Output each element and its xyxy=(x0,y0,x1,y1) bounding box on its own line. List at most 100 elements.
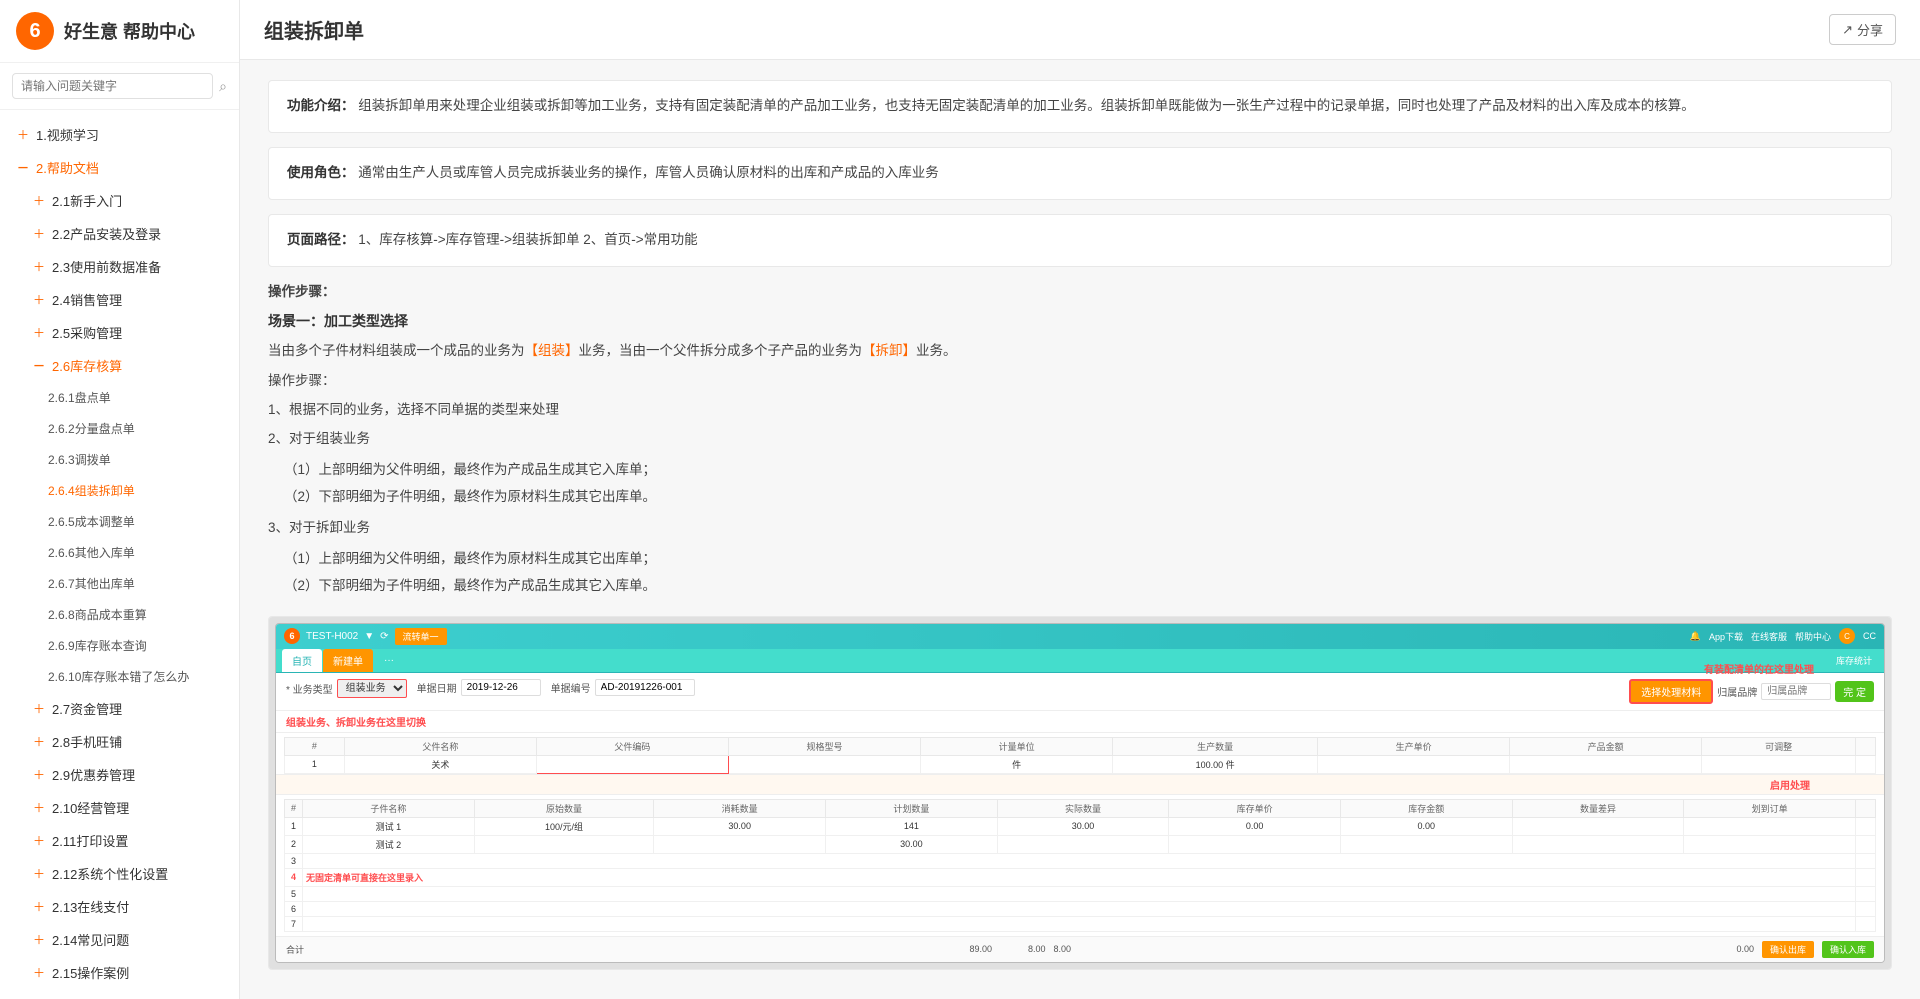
sidebar-item-label: 2.6.7其他出库单 xyxy=(48,575,223,592)
cell-price xyxy=(1318,755,1510,773)
upper-table: # 父件名称 父件编码 规格型号 计量单位 生产数量 生产单价 产品金额 可调整 xyxy=(284,737,1876,774)
num-input[interactable] xyxy=(595,679,695,696)
main-content: 功能介绍： 组装拆卸单用来处理企业组装或拆卸等加工业务，支持有固定装配清单的产品… xyxy=(240,60,1920,999)
cell2-act xyxy=(1856,835,1876,853)
plus-icon: ＋ xyxy=(32,834,46,848)
col-amount: 产品金额 xyxy=(1510,737,1702,755)
plus-icon: ＋ xyxy=(32,933,46,947)
lower-table-row: 6 xyxy=(285,901,1876,916)
annotation-text-2: 组装业务、拆卸业务在这里切换 xyxy=(286,714,426,729)
sidebar-item-label: 2.1新手入门 xyxy=(52,191,223,210)
cell-unit: 件 xyxy=(921,755,1113,773)
processing-button[interactable]: 选择处理材料 xyxy=(1629,679,1713,704)
minus-icon: － xyxy=(32,359,46,373)
sidebar-item-out[interactable]: 2.6.7其他出库单 xyxy=(0,568,239,599)
dept-group: 归属品牌 xyxy=(1717,683,1831,700)
ann4-text: 无固定清单可直接在这里录入 xyxy=(303,868,1856,886)
role-box: 使用角色： 通常由生产人员或库管人员完成拆装业务的操作，库管人员确认原材料的出库… xyxy=(268,147,1892,200)
sidebar-item-online[interactable]: ＋ 2.13在线支付 xyxy=(0,890,239,923)
sidebar-item-data[interactable]: ＋ 2.3使用前数据准备 xyxy=(0,250,239,283)
sidebar-item-adjust[interactable]: 2.6.3调拨单 xyxy=(0,444,239,475)
footer-amount3: 8.00 xyxy=(1054,944,1072,954)
share-button[interactable]: ↗ 分享 xyxy=(1829,14,1896,45)
scene1-intro: 当由多个子件材料组装成一个成品的业务为【组装】业务，当由一个父件拆分成多个子产品… xyxy=(268,340,1892,363)
sidebar-item-inventory[interactable]: － 2.6库存核算 xyxy=(0,349,239,382)
search-input[interactable] xyxy=(12,73,213,99)
sidebar-item-assembly[interactable]: 2.6.4组装拆卸单 xyxy=(0,475,239,506)
form-date-group: 单据日期 xyxy=(417,679,541,696)
sidebar-item-fund[interactable]: ＋ 2.7资金管理 xyxy=(0,692,239,725)
sidebar-item-label: 2.13在线支付 xyxy=(52,897,223,916)
sidebar-item-label: 2.8手机旺铺 xyxy=(52,732,223,751)
lower-table-row: 5 xyxy=(285,886,1876,901)
sidebar-item-sales[interactable]: ＋ 2.4销售管理 xyxy=(0,283,239,316)
plus-icon: ＋ xyxy=(32,801,46,815)
sidebar-item-query[interactable]: 2.6.9库存账本查询 xyxy=(0,630,239,661)
sidebar-item-recalc[interactable]: 2.6.8商品成本重算 xyxy=(0,599,239,630)
sidebar-item-custom[interactable]: ＋ 2.12系统个性化设置 xyxy=(0,857,239,890)
sidebar-item-cost[interactable]: 2.6.5成本调整单 xyxy=(0,506,239,537)
cell2-act xyxy=(1856,853,1876,868)
dept-label: 归属品牌 xyxy=(1717,684,1757,699)
sidebar-item-install[interactable]: ＋ 2.2产品安装及登录 xyxy=(0,217,239,250)
table-header-row: # 父件名称 父件编码 规格型号 计量单位 生产数量 生产单价 产品金额 可调整 xyxy=(285,737,1876,755)
username: CC xyxy=(1863,631,1876,641)
step3-2: （2）下部明细为子件明细，最终作为产成品生成其它入库单。 xyxy=(268,573,1892,600)
sidebar-item-label: 2.9优惠券管理 xyxy=(52,765,223,784)
col2-num: # xyxy=(285,799,303,817)
scene1-title: 场景一：加工类型选择 xyxy=(268,310,1892,334)
sidebar-item-video[interactable]: ＋ 1.视频学习 xyxy=(0,118,239,151)
ann-startup-row: 启用处理 xyxy=(276,774,1884,795)
cell2-act xyxy=(1856,868,1876,886)
sidebar-item-print[interactable]: ＋ 2.11打印设置 xyxy=(0,824,239,857)
sidebar-item-split[interactable]: 2.6.2分量盘点单 xyxy=(0,413,239,444)
notification-icon: 🔔 xyxy=(1690,631,1701,642)
sidebar-item-count[interactable]: 2.6.1盘点单 xyxy=(0,382,239,413)
cell-num: 1 xyxy=(285,755,345,773)
sidebar-item-wrong[interactable]: 2.6.10库存账本错了怎么办 xyxy=(0,661,239,692)
footer-row: 合计 89.00 8.00 8.00 0.00 确认出库 确认入库 xyxy=(276,936,1884,962)
nav-neworder[interactable]: 新建单 xyxy=(323,649,373,672)
col-parent-name: 父件名称 xyxy=(344,737,536,755)
lower-table-row: 3 xyxy=(285,853,1876,868)
nav-extra[interactable]: ··· xyxy=(374,651,404,670)
sidebar-item-cases[interactable]: ＋ 2.15操作案例 xyxy=(0,956,239,989)
feature-box: 功能介绍： 组装拆卸单用来处理企业组装或拆卸等加工业务，支持有固定装配清单的产品… xyxy=(268,80,1892,133)
plus-icon: ＋ xyxy=(32,735,46,749)
sidebar-item-ops[interactable]: ＋ 2.10经营管理 xyxy=(0,791,239,824)
lower-table-row: 1 测试 1 100/元/组 30.00 141 30.00 0.00 0.00 xyxy=(285,817,1876,835)
col2-plan-qty: 计划数量 xyxy=(826,799,998,817)
cell2-num: 6 xyxy=(285,901,303,916)
sidebar-item-faq[interactable]: ＋ 2.14常见问题 xyxy=(0,923,239,956)
sidebar-item-purchase[interactable]: ＋ 2.5采购管理 xyxy=(0,316,239,349)
confirm-out-button[interactable]: 确认出库 xyxy=(1762,941,1814,958)
sidebar-item-newbie[interactable]: ＋ 2.1新手入门 xyxy=(0,184,239,217)
submit-button[interactable]: 完 定 xyxy=(1835,681,1874,702)
nav-home[interactable]: 自页 xyxy=(282,649,322,672)
dept-input[interactable] xyxy=(1761,683,1831,700)
sidebar-item-in[interactable]: 2.6.6其他入库单 xyxy=(0,537,239,568)
page-title: 组装拆卸单 xyxy=(264,15,364,44)
nav-inventory[interactable]: 库存统计 xyxy=(1830,650,1878,671)
path-box: 页面路径： 1、库存核算->库存管理->组装拆卸单 2、首页->常用功能 xyxy=(268,214,1892,267)
confirm-in-button[interactable]: 确认入库 xyxy=(1822,941,1874,958)
col-action xyxy=(1856,737,1876,755)
sidebar-item-docs[interactable]: － 2.帮助文档 xyxy=(0,151,239,184)
lower-table-section: # 子件名称 原始数量 消耗数量 计划数量 实际数量 库存单价 库存金额 数量差… xyxy=(276,795,1884,936)
col2-order: 划到订单 xyxy=(1684,799,1856,817)
sidebar-item-coupon[interactable]: ＋ 2.9优惠券管理 xyxy=(0,758,239,791)
date-input[interactable] xyxy=(461,679,541,696)
annotation-bar: 组装业务、拆卸业务在这里切换 xyxy=(276,711,1884,733)
search-icon[interactable]: ⌕ xyxy=(219,78,227,95)
step3: 3、对于拆卸业务 xyxy=(268,517,1892,540)
cell2-empty xyxy=(303,901,1856,916)
table-row: 1 关术 件 100.00 件 xyxy=(285,755,1876,773)
type-select[interactable]: 组装业务 拆卸业务 xyxy=(337,679,407,698)
role-text: 通常由生产人员或库管人员完成拆装业务的操作，库管人员确认原材料的出库和产成品的入… xyxy=(358,165,939,180)
new-order-button[interactable]: 流转单一 xyxy=(395,628,447,645)
sub-nav: 自页 新建单 ··· 库存统计 xyxy=(276,649,1884,673)
sidebar-item-label: 2.10经营管理 xyxy=(52,798,223,817)
cell2-num: 7 xyxy=(285,916,303,931)
plus-icon: ＋ xyxy=(32,900,46,914)
sidebar-item-mobile[interactable]: ＋ 2.8手机旺铺 xyxy=(0,725,239,758)
